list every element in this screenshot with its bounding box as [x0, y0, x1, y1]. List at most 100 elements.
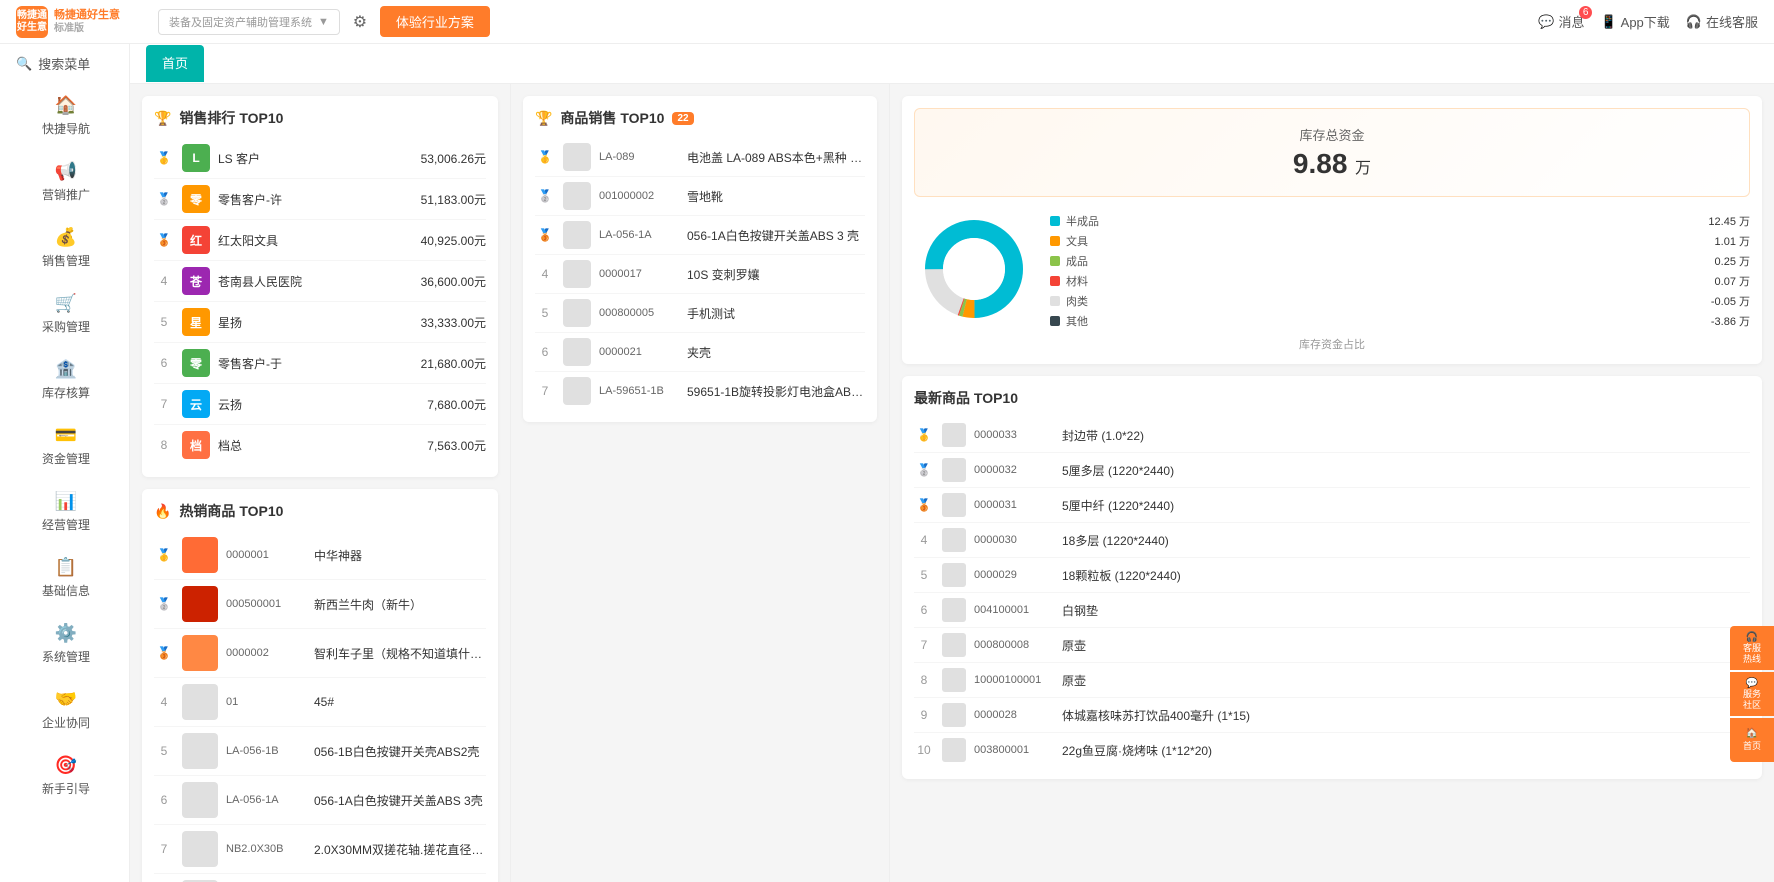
legend-item-meat: 肉类 -0.05 万	[1050, 293, 1750, 309]
inventory-value: 9.88	[1293, 148, 1348, 179]
donut-chart	[914, 209, 1034, 332]
finance-icon: 💳	[55, 425, 77, 446]
sidebar-item-collab[interactable]: 🤝 企业协同	[0, 677, 129, 743]
product-code: LA-056-1A	[599, 229, 679, 241]
product-code: 0000030	[974, 534, 1054, 546]
sidebar-item-newbie[interactable]: 🎯 新手引导	[0, 743, 129, 809]
legend-item-material: 材料 0.07 万	[1050, 273, 1750, 289]
sidebar-item-quicknav[interactable]: 🏠 快捷导航	[0, 83, 129, 149]
hot-products-title: 🔥 热销商品 TOP10	[154, 501, 486, 521]
sidebar-item-finance[interactable]: 💳 资金管理	[0, 413, 129, 479]
legend-item-stationery: 文具 1.01 万	[1050, 233, 1750, 249]
rank-number: 7	[914, 638, 934, 652]
system-selector[interactable]: 装备及固定资产辅助管理系统 ▼ ⚙ 体验行业方案	[158, 6, 1526, 37]
sidebar-item-purchase[interactable]: 🛒 采购管理	[0, 281, 129, 347]
product-sales-title: 🏆 商品销售 TOP10 22	[535, 108, 865, 128]
product-code: LA-056-1A	[226, 794, 306, 806]
search-icon: 🔍	[16, 56, 32, 72]
rank-number: 6	[535, 345, 555, 359]
rank-avatar: 档	[182, 431, 210, 459]
product-name: 智利车子里（规格不知道填什么）	[314, 645, 486, 662]
homepage-button[interactable]: 🏠 首页	[1730, 718, 1774, 762]
community-button[interactable]: 💬 服务社区	[1730, 672, 1774, 716]
product-name: 056-1A白色按键开关盖ABS 3壳	[314, 792, 486, 809]
system-name[interactable]: 装备及固定资产辅助管理系统 ▼	[158, 9, 340, 35]
rank-number: 4	[535, 267, 555, 281]
product-name: 5厘中纤 (1220*2440)	[1062, 497, 1750, 514]
headset-icon: 🎧	[1686, 14, 1702, 30]
legend-dot	[1050, 296, 1060, 306]
logo-icon: 畅捷通好生意	[16, 6, 48, 38]
app-download-button[interactable]: 📱 App下载	[1600, 12, 1669, 31]
left-panel: 🏆 销售排行 TOP10 🥇 L LS 客户 53,006.26元 🥈 零 零售…	[130, 84, 510, 882]
sidebar-item-marketing[interactable]: 📢 营销推广	[0, 149, 129, 215]
product-name: 5厘多层 (1220*2440)	[1062, 462, 1750, 479]
sidebar-item-inventory[interactable]: 🏦 库存核算	[0, 347, 129, 413]
online-service-button[interactable]: 🎧 在线客服	[1686, 12, 1758, 31]
sidebar-item-operations[interactable]: 📊 经营管理	[0, 479, 129, 545]
system-icon: ⚙️	[55, 623, 77, 644]
product-name: 封边带 (1.0*22)	[1062, 427, 1750, 444]
sidebar-item-basics[interactable]: 📋 基础信息	[0, 545, 129, 611]
sales-badge: 22	[672, 112, 693, 125]
rank-number: 5	[154, 315, 174, 329]
home-icon: 🏠	[55, 95, 77, 116]
rank-number: 🥉	[154, 646, 174, 660]
hot-product-item: 🥈 000500001 新西兰牛肉（新牛）	[154, 580, 486, 629]
newest-product-item: 5 0000029 18颗粒板 (1220*2440)	[914, 558, 1750, 593]
search-menu-button[interactable]: 🔍 搜索菜单	[0, 44, 129, 83]
message-button[interactable]: 💬 消息 6	[1538, 12, 1584, 31]
rank-number: 🥇	[535, 150, 555, 164]
inventory-chart-container: 半成品 12.45 万 文具 1.01 万 成品 0	[914, 209, 1750, 332]
trophy-icon: 🏆	[154, 110, 171, 127]
product-img-placeholder	[563, 299, 591, 327]
sidebar-item-sales[interactable]: 💰 销售管理	[0, 215, 129, 281]
chevron-down-icon: ▼	[318, 16, 329, 28]
rank-number: 🥈	[914, 463, 934, 477]
product-name: 22g鱼豆腐·烧烤味 (1*12*20)	[1062, 742, 1750, 759]
product-img-placeholder	[942, 423, 966, 447]
tab-home[interactable]: 首页	[146, 45, 204, 82]
sidebar-item-system[interactable]: ⚙️ 系统管理	[0, 611, 129, 677]
rank-name: 档总	[218, 437, 419, 454]
customer-ranking-title: 🏆 销售排行 TOP10	[154, 108, 486, 128]
product-img-placeholder	[942, 598, 966, 622]
product-sales-ranking-card: 🏆 商品销售 TOP10 22 🥇 LA-089 电池盖 LA-089 ABS本…	[523, 96, 877, 422]
logo: 畅捷通好生意 畅捷通好生意 标准版	[16, 6, 146, 38]
rank-value: 40,925.00元	[421, 232, 486, 249]
newbie-icon: 🎯	[55, 755, 77, 776]
rank-avatar: 红	[182, 226, 210, 254]
settings-icon[interactable]: ⚙	[346, 8, 374, 36]
hot-product-item: 4 01 45#	[154, 678, 486, 727]
rank-number: 6	[914, 603, 934, 617]
newest-product-item: 10 003800001 22g鱼豆腐·烧烤味 (1*12*20)	[914, 733, 1750, 767]
rank-item: 🥇 L LS 客户 53,006.26元	[154, 138, 486, 179]
product-code: LA-089	[599, 151, 679, 163]
product-code: LA-056-1B	[226, 745, 306, 757]
customer-service-button[interactable]: 🎧 客服热线	[1730, 626, 1774, 670]
product-name: 056-1A白色按键开关盖ABS 3 壳	[687, 227, 865, 244]
legend-dot	[1050, 216, 1060, 226]
rank-item: 4 苍 苍南县人民医院 36,600.00元	[154, 261, 486, 302]
inventory-ratio-label: 库存资金占比	[914, 336, 1750, 352]
newest-product-item: 9 0000028 体城嘉核味苏打饮品400毫升 (1*15)	[914, 698, 1750, 733]
product-image-placeholder	[182, 684, 218, 720]
product-name: 夹壳	[687, 344, 865, 361]
sales-icon: 💰	[55, 227, 77, 248]
product-name: 白钢垫	[1062, 602, 1750, 619]
product-name: 18颗粒板 (1220*2440)	[1062, 567, 1750, 584]
product-code: 000800008	[974, 639, 1054, 651]
product-img-placeholder	[563, 260, 591, 288]
rank-item: 6 零 零售客户-于 21,680.00元	[154, 343, 486, 384]
product-item: 🥉 LA-056-1A 056-1A白色按键开关盖ABS 3 壳	[535, 216, 865, 255]
trial-button[interactable]: 体验行业方案	[380, 6, 490, 37]
product-code: 0000028	[974, 709, 1054, 721]
product-name: 电池盖 LA-089 ABS本色+黑种 7.1 克	[687, 149, 865, 166]
rank-number: 4	[914, 533, 934, 547]
rank-number: 🥈	[535, 189, 555, 203]
rank-value: 33,333.00元	[421, 314, 486, 331]
rank-number: 🥉	[154, 233, 174, 247]
operations-icon: 📊	[55, 491, 77, 512]
purchase-icon: 🛒	[55, 293, 77, 314]
phone-icon: 📱	[1600, 14, 1616, 30]
